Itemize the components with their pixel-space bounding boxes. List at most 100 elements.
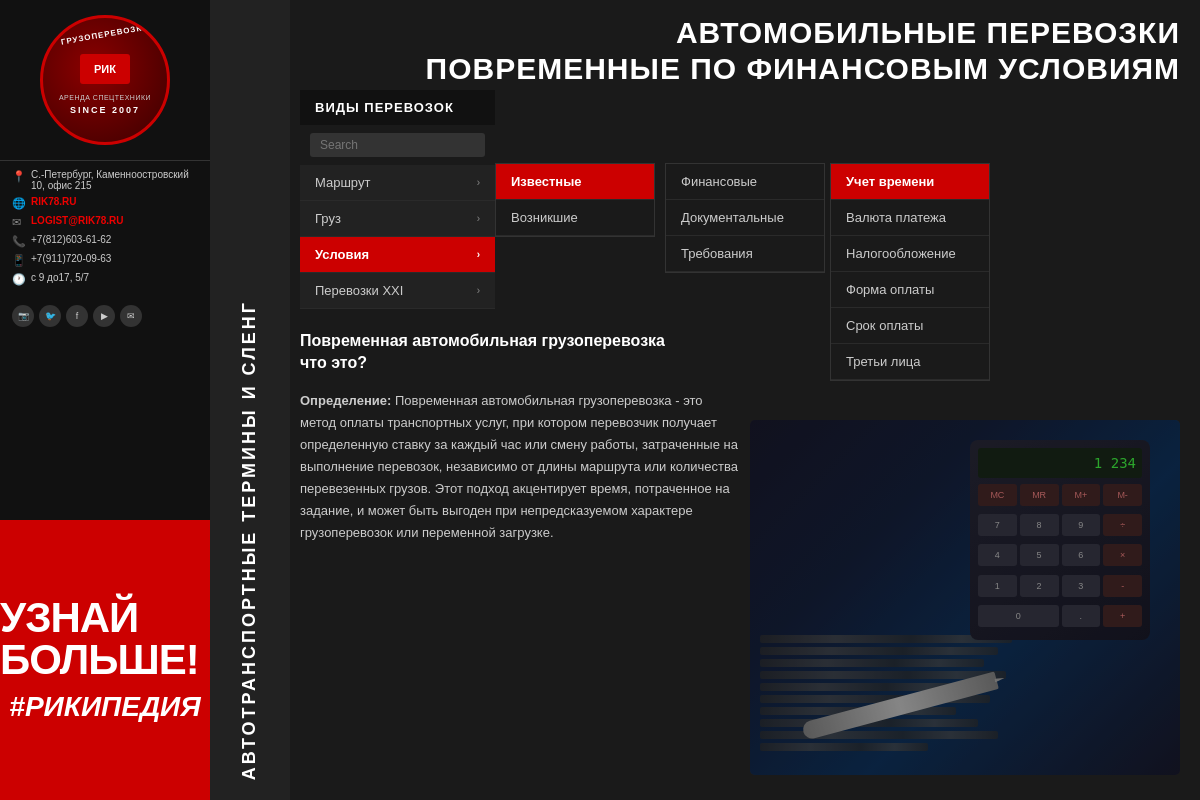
content-body: Определение: Повременная автомобильная г… [300,390,740,545]
calc-btn-1: 1 [978,575,1017,597]
logo-brand: РИК [94,63,116,75]
calc-btn-dot: . [1062,605,1101,627]
dropdown-item-valyuta[interactable]: Валюта платежа [831,200,989,236]
nav-arrow-marshrut: › [477,177,480,188]
search-input[interactable] [310,133,485,157]
calc-visual: 1 234 MC MR M+ M- 7 8 9 ÷ 4 5 6 × 1 2 3 … [750,420,1180,775]
calc-btn-9: 9 [1062,514,1101,536]
mail-social-icon[interactable]: ✉ [120,305,142,327]
calc-btn-add: + [1103,605,1142,627]
header-title: АВТОМОБИЛЬНЫЕ ПЕРЕВОЗКИ ПОВРЕМЕННЫЕ ПО Ф… [426,15,1180,87]
nav-arrow-usloviya: › [477,249,480,260]
dropdown-label-voznikshe: Возникшие [511,210,578,225]
content-heading: Повременная автомобильная грузоперевозка… [300,330,740,375]
dropdown-item-voznikshe[interactable]: Возникшие [496,200,654,236]
dropdown-label-srok: Срок оплаты [846,318,923,333]
dropdown-label-tretyi: Третьи лица [846,354,920,369]
vertical-text-column: АВТОТРАНСПОРТНЫЕ ТЕРМИНЫ И СЛЕНГ [210,0,290,800]
dropdown-item-tretyi[interactable]: Третьи лица [831,344,989,380]
dropdown-item-nalogooblozhenie[interactable]: Налогообложение [831,236,989,272]
contact-website-row[interactable]: 🌐 RIK78.RU [12,196,198,210]
title-line2: ПОВРЕМЕННЫЕ ПО ФИНАНСОВЫМ УСЛОВИЯМ [426,52,1180,85]
paper-line-2 [760,647,998,655]
calc-btn-7: 7 [978,514,1017,536]
calculator-body: 1 234 MC MR M+ M- 7 8 9 ÷ 4 5 6 × 1 2 3 … [970,440,1150,640]
main-content: АВТОМОБИЛЬНЫЕ ПЕРЕВОЗКИ ПОВРЕМЕННЫЕ ПО Ф… [290,0,1200,800]
contact-address-row: 📍 С.-Петербург, Каменноостровский 10, оф… [12,169,198,191]
vertical-label-1: АВТОТРАНСПОРТНЫЕ ТЕРМИНЫ И СЛЕНГ [239,300,261,780]
paper-line-9 [760,731,998,739]
instagram-icon[interactable]: 📷 [12,305,34,327]
nav-arrow-gruz: › [477,213,480,224]
calc-btn-mminus: M- [1103,484,1142,506]
calc-btn-6: 6 [1062,544,1101,566]
nav-label-gruz: Груз [315,211,341,226]
contact-info: 📍 С.-Петербург, Каменноостровский 10, оф… [0,160,210,299]
calc-btn-mul: × [1103,544,1142,566]
dropdown-label-dokumentalnye: Документальные [681,210,784,225]
red-banner[interactable]: УЗНАЙ БОЛЬШЕ! #РИКИПЕДИЯ [0,520,210,800]
since-text: SINCE 2007 [70,105,140,115]
logo-center: РИК [80,46,130,92]
definition-prefix: Определение: [300,393,395,408]
nav-item-gruz[interactable]: Груз › [300,201,495,237]
nav-label-marshrut: Маршрут [315,175,370,190]
nav-item-usloviya[interactable]: Условия › [300,237,495,273]
website-link[interactable]: RIK78.RU [31,196,77,207]
dropdown-col-1: Известные Возникшие [495,163,655,237]
calc-btn-4: 4 [978,544,1017,566]
contact-phone1-row: 📞 +7(812)603-61-62 [12,234,198,248]
globe-icon: 🌐 [12,197,26,210]
calc-btn-mr: MR [1020,484,1059,506]
calc-btn-5: 5 [1020,544,1059,566]
calc-btn-mc: MC [978,484,1017,506]
paper-line-3 [760,659,984,667]
paper-line-10 [760,743,928,751]
cta-label: УЗНАЙ БОЛЬШЕ! [0,594,199,683]
logo-area: ГРУЗОПЕРЕВОЗКИ РИК АРЕНДА СПЕЦТЕХНИКИ SI… [0,0,210,160]
calc-btn-div: ÷ [1103,514,1142,536]
dropdown-label-forma: Форма оплаты [846,282,934,297]
youtube-icon[interactable]: ▶ [93,305,115,327]
dropdown-item-forma[interactable]: Форма оплаты [831,272,989,308]
contact-hours-row: 🕐 с 9 до17, 5/7 [12,272,198,286]
calc-btn-8: 8 [1020,514,1059,536]
facebook-icon[interactable]: f [66,305,88,327]
dropdown-item-uchet[interactable]: Учет времени [831,164,989,200]
nav-label-perevozki: Перевозки XXI [315,283,403,298]
content-text: Повременная автомобильная грузоперевозка… [300,393,738,541]
dropdown-item-srok[interactable]: Срок оплаты [831,308,989,344]
papers-visual [760,635,1040,755]
calc-btn-mplus: M+ [1062,484,1101,506]
address-text: С.-Петербург, Каменноостровский 10, офис… [31,169,198,191]
twitter-icon[interactable]: 🐦 [39,305,61,327]
dropdown-label-trebovaniya: Требования [681,246,753,261]
dropdown-item-izvestnye[interactable]: Известные [496,164,654,200]
contact-email-row[interactable]: ✉ LOGIST@RIK78.RU [12,215,198,229]
nav-header: ВИДЫ ПЕРЕВОЗОК [300,90,495,125]
logo-circle: ГРУЗОПЕРЕВОЗКИ РИК АРЕНДА СПЕЦТЕХНИКИ SI… [40,15,170,145]
clock-icon: 🕐 [12,273,26,286]
dropdown-label-uchet: Учет времени [846,174,934,189]
calc-btn-sub: - [1103,575,1142,597]
dropdown-item-dokumentalnye[interactable]: Документальные [666,200,824,236]
phone-icon: 📞 [12,235,26,248]
nav-item-marshrut[interactable]: Маршрут › [300,165,495,201]
phone1-text: +7(812)603-61-62 [31,234,111,245]
dropdown-col-2: Финансовые Документальные Требования [665,163,825,273]
calculator-image: 1 234 MC MR M+ M- 7 8 9 ÷ 4 5 6 × 1 2 3 … [750,420,1180,775]
calc-btn-2: 2 [1020,575,1059,597]
nav-arrow-perevozki: › [477,285,480,296]
dropdown-label-nalogooblozhenie: Налогообложение [846,246,956,261]
hashtag-text: #РИКИПЕДИЯ [9,691,200,723]
page-title: АВТОМОБИЛЬНЫЕ ПЕРЕВОЗКИ ПОВРЕМЕННЫЕ ПО Ф… [426,15,1180,87]
nav-item-perevozki[interactable]: Перевозки XXI › [300,273,495,309]
dropdown-item-finansovye[interactable]: Финансовые [666,164,824,200]
hours-text: с 9 до17, 5/7 [31,272,89,283]
calc-btn-3: 3 [1062,575,1101,597]
nav-label-usloviya: Условия [315,247,369,262]
email-link[interactable]: LOGIST@RIK78.RU [31,215,124,226]
dropdown-item-trebovaniya[interactable]: Требования [666,236,824,272]
logo-bottom-text: АРЕНДА СПЕЦТЕХНИКИ [59,94,151,101]
contact-phone2-row: 📱 +7(911)720-09-63 [12,253,198,267]
